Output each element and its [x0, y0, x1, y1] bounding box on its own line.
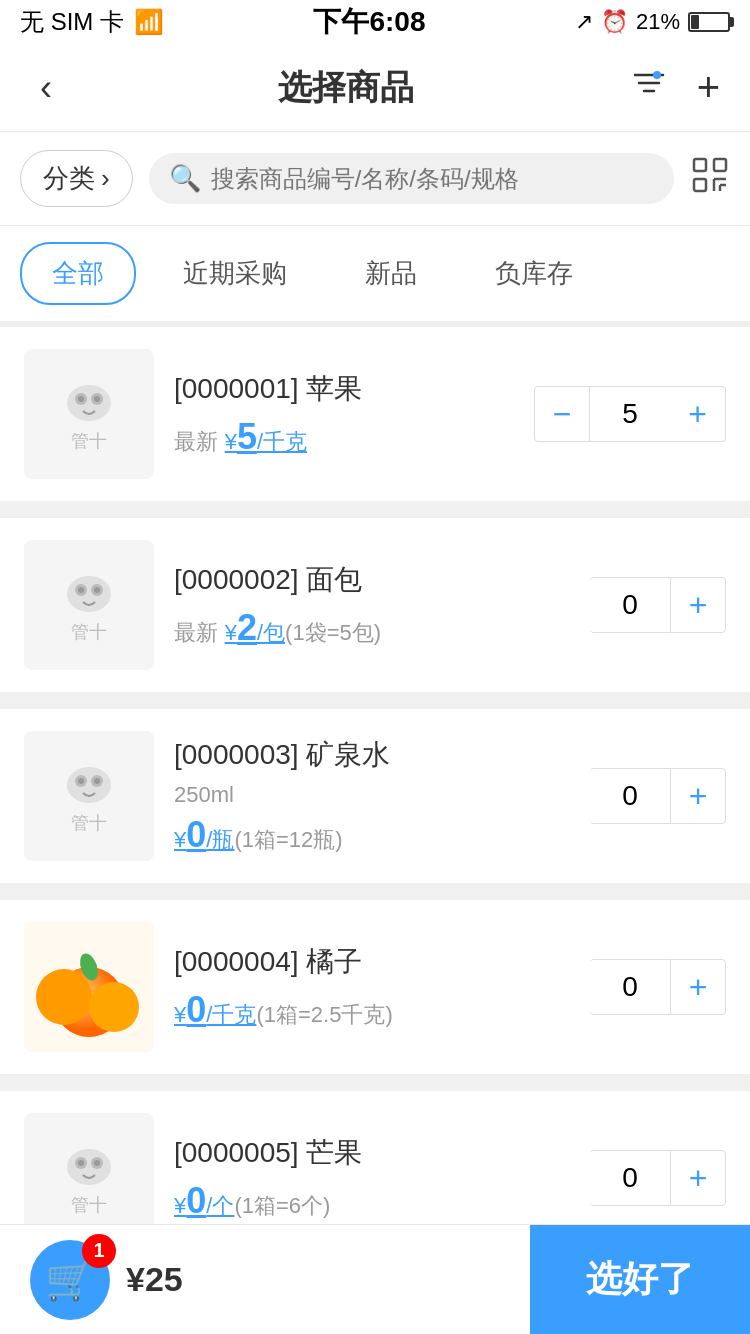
placeholder-logo: 管十: [59, 757, 119, 835]
search-input[interactable]: [211, 165, 654, 193]
quantity-input[interactable]: [590, 386, 670, 442]
product-image: 管十: [24, 731, 154, 861]
svg-point-14: [78, 396, 84, 402]
svg-point-21: [67, 767, 111, 803]
product-spec: 250ml: [174, 782, 590, 808]
svg-point-36: [94, 1160, 100, 1166]
increase-button[interactable]: +: [670, 386, 726, 442]
list-item: 管十 [0000003] 矿泉水 250ml ¥0/瓶(1箱=12瓶) +: [0, 709, 750, 884]
product-name: [0000002] 面包: [174, 561, 590, 599]
page-title: 选择商品: [278, 65, 414, 111]
increase-button[interactable]: +: [670, 959, 726, 1015]
tab-negative[interactable]: 负库存: [464, 242, 604, 305]
status-time: 下午6:08: [313, 3, 425, 41]
nav-right: +: [631, 65, 720, 110]
product-quantity: − +: [534, 386, 726, 442]
quantity-input[interactable]: [590, 959, 670, 1015]
product-info: [0000002] 面包 最新 ¥2/包(1袋=5包): [174, 561, 590, 649]
increase-button[interactable]: +: [670, 768, 726, 824]
product-name: [0000004] 橘子: [174, 943, 590, 981]
svg-point-24: [78, 778, 84, 784]
nav-bar: ‹ 选择商品 +: [0, 44, 750, 132]
list-item: [0000004] 橘子 ¥0/千克(1箱=2.5千克) +: [0, 900, 750, 1075]
status-bar: 无 SIM 卡 📶 下午6:08 ↗ ⏰ 21%: [0, 0, 750, 44]
tab-bar: 全部 近期采购 新品 负库存: [0, 226, 750, 327]
increase-button[interactable]: +: [670, 1150, 726, 1206]
product-name: [0000003] 矿泉水: [174, 736, 590, 774]
list-item: 管十 [0000001] 苹果 最新 ¥5/千克 − +: [0, 327, 750, 502]
svg-point-15: [94, 396, 100, 402]
placeholder-logo: 管十: [59, 375, 119, 453]
product-name: [0000001] 苹果: [174, 370, 534, 408]
decrease-button[interactable]: −: [534, 386, 590, 442]
svg-point-30: [89, 982, 139, 1032]
increase-button[interactable]: +: [670, 577, 726, 633]
product-info: [0000001] 苹果 最新 ¥5/千克: [174, 370, 534, 458]
svg-point-35: [78, 1160, 84, 1166]
product-price: 最新 ¥5/千克: [174, 416, 534, 458]
product-price: ¥0/个(1箱=6个): [174, 1180, 590, 1222]
status-carrier: 无 SIM 卡 📶: [20, 6, 164, 38]
product-quantity: +: [590, 768, 726, 824]
chevron-right-icon: ›: [101, 163, 110, 194]
product-image: 管十: [24, 540, 154, 670]
carrier-text: 无 SIM 卡: [20, 6, 124, 38]
svg-point-25: [94, 778, 100, 784]
category-button[interactable]: 分类 ›: [20, 150, 133, 207]
placeholder-logo: 管十: [59, 566, 119, 644]
tab-new[interactable]: 新品: [334, 242, 448, 305]
list-item: 管十 [0000002] 面包 最新 ¥2/包(1袋=5包) +: [0, 518, 750, 693]
quantity-input[interactable]: [590, 768, 670, 824]
battery-text: 21%: [636, 9, 680, 35]
product-price: ¥0/瓶(1箱=12瓶): [174, 814, 590, 856]
product-image: 管十: [24, 349, 154, 479]
back-button[interactable]: ‹: [30, 57, 62, 119]
filter-bar: 分类 › 🔍: [0, 132, 750, 226]
scan-icon[interactable]: [690, 155, 730, 203]
add-button[interactable]: +: [697, 65, 720, 110]
product-info: [0000003] 矿泉水 250ml ¥0/瓶(1箱=12瓶): [174, 736, 590, 856]
svg-point-11: [67, 385, 111, 421]
location-icon: ↗: [575, 9, 593, 35]
svg-point-16: [67, 576, 111, 612]
status-right: ↗ ⏰ 21%: [575, 9, 730, 35]
product-info: [0000005] 芒果 ¥0/个(1箱=6个): [174, 1134, 590, 1222]
placeholder-logo: 管十: [59, 1139, 119, 1217]
product-name: [0000005] 芒果: [174, 1134, 590, 1172]
product-list: 管十 [0000001] 苹果 最新 ¥5/千克 − +: [0, 327, 750, 1334]
svg-point-29: [36, 969, 92, 1025]
product-price: ¥0/千克(1箱=2.5千克): [174, 989, 590, 1031]
product-quantity: +: [590, 1150, 726, 1206]
battery-icon: [688, 12, 730, 32]
category-label: 分类: [43, 161, 95, 196]
product-quantity: +: [590, 959, 726, 1015]
product-info: [0000004] 橘子 ¥0/千克(1箱=2.5千克): [174, 943, 590, 1031]
quantity-input[interactable]: [590, 577, 670, 633]
confirm-button[interactable]: 选好了: [530, 1225, 750, 1335]
svg-rect-4: [694, 159, 706, 171]
search-box: 🔍: [149, 153, 674, 204]
svg-point-3: [653, 71, 661, 79]
search-icon: 🔍: [169, 163, 201, 194]
cart-total: ¥25: [126, 1260, 183, 1299]
wifi-icon: 📶: [134, 8, 164, 36]
product-price: 最新 ¥2/包(1袋=5包): [174, 607, 590, 649]
cart-badge: 1: [82, 1234, 116, 1268]
tab-all[interactable]: 全部: [20, 242, 136, 305]
tab-recent[interactable]: 近期采购: [152, 242, 318, 305]
svg-point-20: [94, 587, 100, 593]
svg-point-19: [78, 587, 84, 593]
product-quantity: +: [590, 577, 726, 633]
cart-area: 🛒 1 ¥25: [0, 1240, 530, 1320]
product-image: [24, 922, 154, 1052]
cart-button[interactable]: 🛒 1: [30, 1240, 110, 1320]
alarm-icon: ⏰: [601, 9, 628, 35]
bottom-bar: 🛒 1 ¥25 选好了: [0, 1224, 750, 1334]
filter-icon[interactable]: [631, 65, 667, 110]
svg-point-32: [67, 1149, 111, 1185]
quantity-input[interactable]: [590, 1150, 670, 1206]
svg-rect-6: [694, 179, 706, 191]
svg-rect-5: [714, 159, 726, 171]
